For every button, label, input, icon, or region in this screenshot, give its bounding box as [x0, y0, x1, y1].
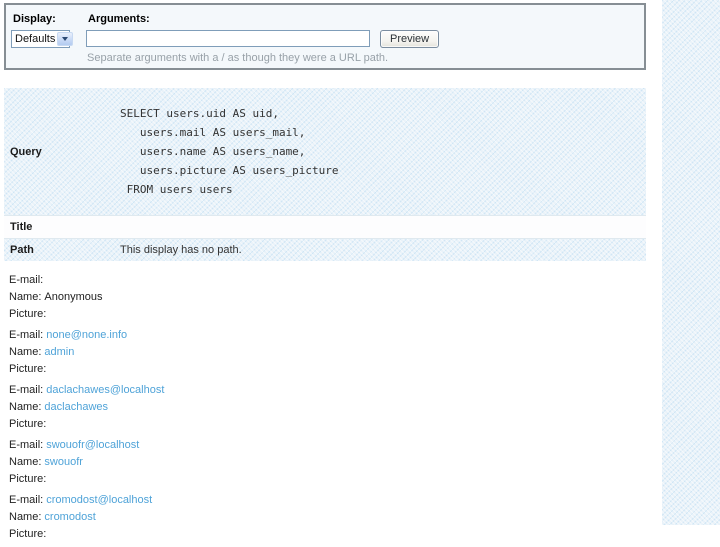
arguments-help-text: Separate arguments with a / as though th…	[87, 52, 389, 64]
name-label: Name:	[9, 346, 42, 358]
display-column: Display: Defaults	[11, 11, 74, 62]
name-label: Name:	[9, 401, 42, 413]
picture-label: Picture:	[9, 528, 47, 540]
query-sql-text: SELECT users.uid AS uid, users.mail AS u…	[120, 107, 339, 196]
list-item: E-mail: cromodost@localhost Name: cromodos…	[9, 492, 646, 543]
path-row: Path This display has no path.	[4, 238, 646, 261]
preview-form-box: Display: Defaults Arguments: Preview Sep…	[4, 3, 646, 70]
preview-info-table: Query SELECT users.uid AS uid, users.mai…	[4, 88, 646, 261]
user-name-link[interactable]: cromodost	[44, 511, 95, 523]
list-item: E-mail: Name: Anonymous Picture:	[9, 272, 646, 323]
email-label: E-mail:	[9, 439, 44, 451]
title-value	[120, 216, 646, 238]
list-item: E-mail: daclachawes@localhost Name: daclac…	[9, 382, 646, 433]
arguments-input[interactable]	[86, 30, 370, 47]
preview-button[interactable]: Preview	[380, 30, 440, 48]
query-label: Query	[10, 145, 42, 158]
user-email-link[interactable]: swouofr@localhost	[46, 439, 139, 451]
arguments-column: Arguments: Preview Separate arguments wi…	[86, 11, 636, 64]
arguments-label: Arguments:	[88, 13, 150, 25]
display-label: Display:	[13, 13, 56, 25]
chevron-down-icon	[57, 32, 74, 46]
arguments-row: Preview	[86, 30, 636, 48]
picture-label: Picture:	[9, 308, 47, 320]
email-label: E-mail:	[9, 274, 44, 286]
display-select-value: Defaults	[15, 32, 56, 45]
user-name: Anonymous	[44, 291, 103, 303]
user-email-link[interactable]: none@none.info	[46, 329, 127, 341]
page-background-strip	[662, 0, 720, 525]
path-label: Path	[10, 244, 34, 256]
display-select[interactable]: Defaults	[11, 30, 74, 48]
picture-label: Picture:	[9, 363, 47, 375]
query-row: Query SELECT users.uid AS uid, users.mai…	[4, 88, 646, 215]
email-label: E-mail:	[9, 494, 44, 506]
title-label: Title	[10, 221, 33, 233]
path-value: This display has no path.	[120, 244, 242, 256]
list-item: E-mail: none@none.info Name: admin Picture…	[9, 327, 646, 378]
user-name-link[interactable]: daclachawes	[44, 401, 108, 413]
user-email-link[interactable]: cromodost@localhost	[46, 494, 152, 506]
list-item: E-mail: swouofr@localhost Name: swouofr Pi…	[9, 437, 646, 488]
email-label: E-mail:	[9, 384, 44, 396]
name-label: Name:	[9, 456, 42, 468]
views-preview-page: Display: Defaults Arguments: Preview Sep…	[4, 3, 646, 547]
user-name-link[interactable]: swouofr	[44, 456, 83, 468]
preview-results-list: E-mail: Name: Anonymous Picture: E-mail: n…	[4, 272, 646, 543]
user-name-link[interactable]: admin	[44, 346, 74, 358]
user-email-link[interactable]: daclachawes@localhost	[46, 384, 164, 396]
email-label: E-mail:	[9, 329, 44, 341]
name-label: Name:	[9, 511, 42, 523]
name-label: Name:	[9, 291, 42, 303]
title-row: Title	[4, 215, 646, 238]
picture-label: Picture:	[9, 473, 47, 485]
picture-label: Picture:	[9, 418, 47, 430]
